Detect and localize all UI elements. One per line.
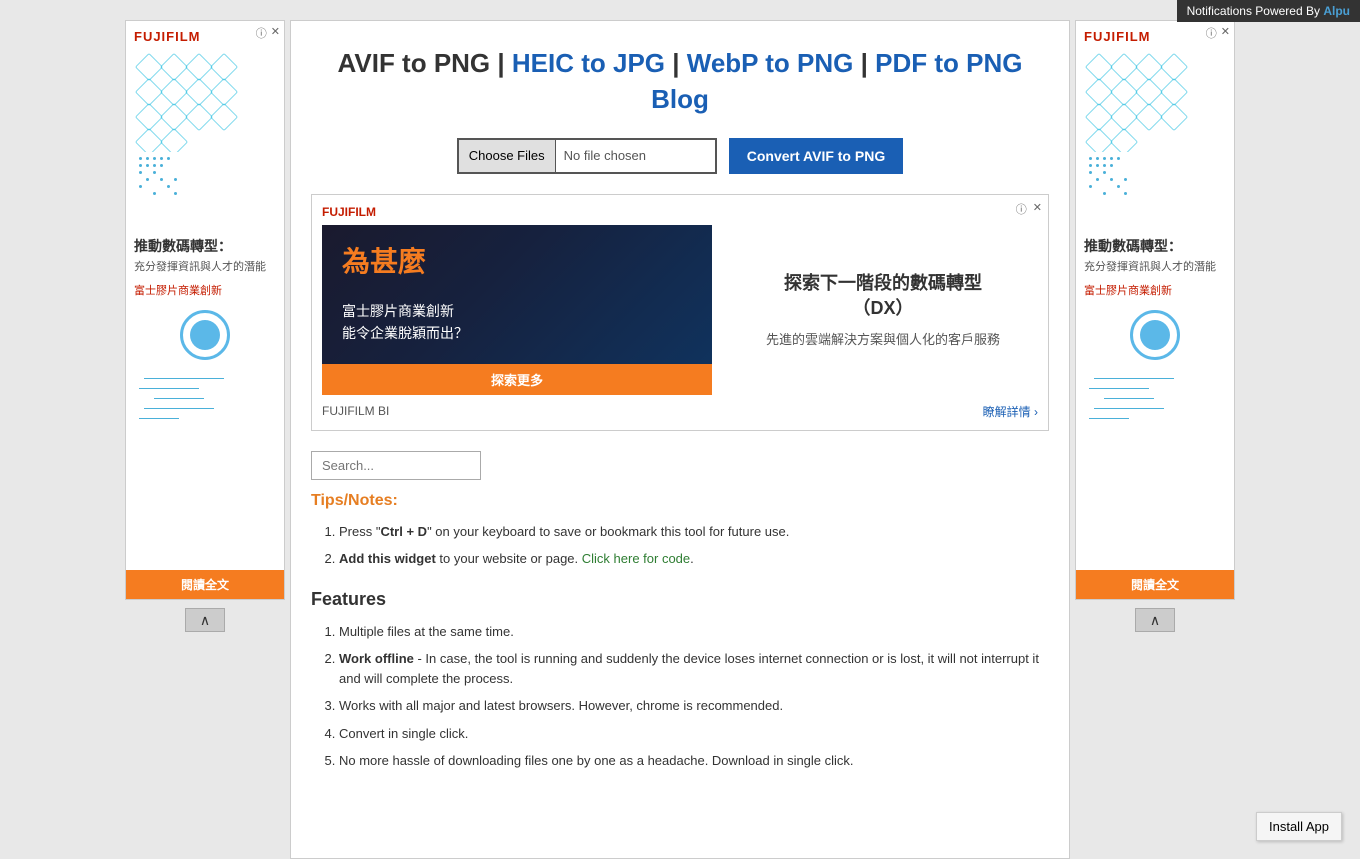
title-static: AVIF to PNG | xyxy=(338,48,505,78)
center-ad-image: 為甚麼 富士膠片商業創新 能令企業脫穎而出？ 探索更多 xyxy=(322,225,712,395)
sidebar-left: ⓘ ✕ FUJIFILM xyxy=(120,20,290,859)
right-ad-info-icon[interactable]: ⓘ xyxy=(1206,25,1217,41)
install-app-button[interactable]: Install App xyxy=(1256,812,1342,841)
tips-item-1: Press "Ctrl + D" on your keyboard to sav… xyxy=(339,522,1049,542)
center-ad-footer: FUJIFILM BI 瞭解詳情 › xyxy=(322,403,1038,420)
center-ad-close-icon[interactable]: ✕ xyxy=(1033,201,1042,217)
tips-list: Press "Ctrl + D" on your keyboard to sav… xyxy=(311,522,1049,569)
convert-button[interactable]: Convert AVIF to PNG xyxy=(729,138,903,174)
search-input[interactable] xyxy=(311,451,481,480)
tips-section-title: Tips/Notes: xyxy=(311,492,1049,510)
feature-item-2: Work offline - In case, the tool is runn… xyxy=(339,649,1049,688)
tips-item-2: Add this widget to your website or page.… xyxy=(339,549,1049,569)
center-ad-sub-line1: 富士膠片商業創新 xyxy=(342,300,468,322)
features-section-title: Features xyxy=(311,589,1049,610)
file-input-row: Choose Files No file chosen Convert AVIF… xyxy=(311,138,1049,174)
center-ad-big-text: 為甚麼 xyxy=(342,245,426,279)
kbd-ctrl-d: Ctrl + D xyxy=(380,524,427,539)
center-ad-controls: ⓘ ✕ xyxy=(1016,201,1042,217)
center-ad-logo: FUJIFILM xyxy=(322,205,1038,219)
feature-item-5: No more hassle of downloading files one … xyxy=(339,751,1049,771)
center-ad-footer-brand: FUJIFILM BI xyxy=(322,404,389,418)
webp-to-png-link[interactable]: WebP to PNG xyxy=(687,48,854,78)
center-ad-text-area: 探索下一階段的數碼轉型 （DX） 先進的雲端解決方案與個人化的客戶服務 xyxy=(728,271,1038,348)
left-ad-hex-grid xyxy=(134,52,276,152)
right-ad-title: 推動數碼轉型： xyxy=(1084,236,1226,256)
right-ad-circle-inner xyxy=(1140,320,1170,350)
main-content: AVIF to PNG | HEIC to JPG | WebP to PNG … xyxy=(290,20,1070,859)
left-ad-sub: 充分發揮資訊與人才的潛能 xyxy=(134,258,276,274)
notif-brand: Alpu xyxy=(1323,4,1350,18)
right-ad-controls: ⓘ ✕ xyxy=(1206,25,1230,41)
right-ad-lines xyxy=(1084,368,1226,428)
blog-link[interactable]: Blog xyxy=(651,84,709,114)
page-title: AVIF to PNG | HEIC to JPG | WebP to PNG … xyxy=(311,45,1049,118)
center-ad-title-line2: （DX） xyxy=(728,296,1038,321)
click-here-link[interactable]: Click here for code xyxy=(582,551,690,566)
left-ad-logo: FUJIFILM xyxy=(134,29,276,44)
notification-bar: Notifications Powered By Alpu xyxy=(1177,0,1360,22)
right-ad-logo: FUJIFILM xyxy=(1084,29,1226,44)
feature-item-4: Convert in single click. xyxy=(339,724,1049,744)
center-ad-subtitle: 先進的雲端解決方案與個人化的客戶服務 xyxy=(728,329,1038,348)
left-ad-controls: ⓘ ✕ xyxy=(256,25,280,41)
center-ad-explore-btn[interactable]: 探索更多 xyxy=(322,364,712,395)
center-ad-title: 探索下一階段的數碼轉型 （DX） xyxy=(728,271,1038,321)
left-ad-info-icon[interactable]: ⓘ xyxy=(256,25,267,41)
left-ad-bottom-btn[interactable]: 閱讀全文 xyxy=(126,570,284,599)
center-ad-sub-text: 富士膠片商業創新 能令企業脫穎而出？ xyxy=(342,300,468,345)
right-ad-dot-grid xyxy=(1084,152,1226,232)
left-ad-title: 推動數碼轉型： xyxy=(134,236,276,256)
notif-text: Notifications Powered By xyxy=(1187,4,1320,18)
sidebar-right: ⓘ ✕ FUJIFILM xyxy=(1070,20,1240,859)
left-ad-inner: FUJIFILM xyxy=(126,21,284,436)
left-ad-circle-inner xyxy=(190,320,220,350)
center-ad-inner: 為甚麼 富士膠片商業創新 能令企業脫穎而出？ 探索更多 探索下一階段的數碼轉型 … xyxy=(322,225,1038,395)
left-ad-dot-grid xyxy=(134,152,276,232)
left-ad-text: 推動數碼轉型： 充分發揮資訊與人才的潛能 富士膠片商業創新 xyxy=(134,232,276,302)
left-ad-brand: 富士膠片商業創新 xyxy=(134,282,276,298)
right-ad-close-icon[interactable]: ✕ xyxy=(1221,25,1230,41)
right-ad-bottom-btn[interactable]: 閱讀全文 xyxy=(1076,570,1234,599)
center-ad-big-text-line1: 為甚麼 xyxy=(342,245,426,279)
left-scroll-up-btn[interactable]: ∧ xyxy=(185,608,225,632)
left-ad-lines xyxy=(134,368,276,428)
separator1: | xyxy=(672,48,687,78)
separator2: | xyxy=(861,48,876,78)
right-ad-panel: ⓘ ✕ FUJIFILM xyxy=(1075,20,1235,600)
center-ad-sub-line2: 能令企業脫穎而出？ xyxy=(342,322,468,344)
heic-to-jpg-link[interactable]: HEIC to JPG xyxy=(512,48,665,78)
right-ad-text: 推動數碼轉型： 充分發揮資訊與人才的潛能 富士膠片商業創新 xyxy=(1084,232,1226,302)
right-ad-sub: 充分發揮資訊與人才的潛能 xyxy=(1084,258,1226,274)
center-ad-info-icon[interactable]: ⓘ xyxy=(1016,201,1027,217)
center-ad-title-line1: 探索下一階段的數碼轉型 xyxy=(728,271,1038,296)
features-list: Multiple files at the same time. Work of… xyxy=(311,622,1049,771)
file-input-display: Choose Files No file chosen xyxy=(457,138,717,174)
right-ad-brand: 富士膠片商業創新 xyxy=(1084,282,1226,298)
work-offline-bold: Work offline xyxy=(339,651,414,666)
right-scroll-up-btn[interactable]: ∧ xyxy=(1135,608,1175,632)
file-name-display: No file chosen xyxy=(556,148,715,163)
pdf-to-png-link[interactable]: PDF to PNG xyxy=(875,48,1022,78)
feature-item-1: Multiple files at the same time. xyxy=(339,622,1049,642)
left-ad-close-icon[interactable]: ✕ xyxy=(271,25,280,41)
left-ad-circle xyxy=(180,310,230,360)
right-ad-circle xyxy=(1130,310,1180,360)
page-wrapper: ⓘ ✕ FUJIFILM xyxy=(0,0,1360,859)
right-ad-hex-grid xyxy=(1084,52,1226,152)
feature-item-3: Works with all major and latest browsers… xyxy=(339,696,1049,716)
add-widget-bold: Add this widget xyxy=(339,551,436,566)
right-ad-inner: FUJIFILM xyxy=(1076,21,1234,436)
choose-files-button[interactable]: Choose Files xyxy=(459,140,556,172)
center-ad-block: ⓘ ✕ FUJIFILM 為甚麼 富士膠片商業創新 能令企業脫穎而出？ 探索更多 xyxy=(311,194,1049,431)
center-ad-footer-link[interactable]: 瞭解詳情 › xyxy=(983,403,1038,420)
left-ad-panel: ⓘ ✕ FUJIFILM xyxy=(125,20,285,600)
